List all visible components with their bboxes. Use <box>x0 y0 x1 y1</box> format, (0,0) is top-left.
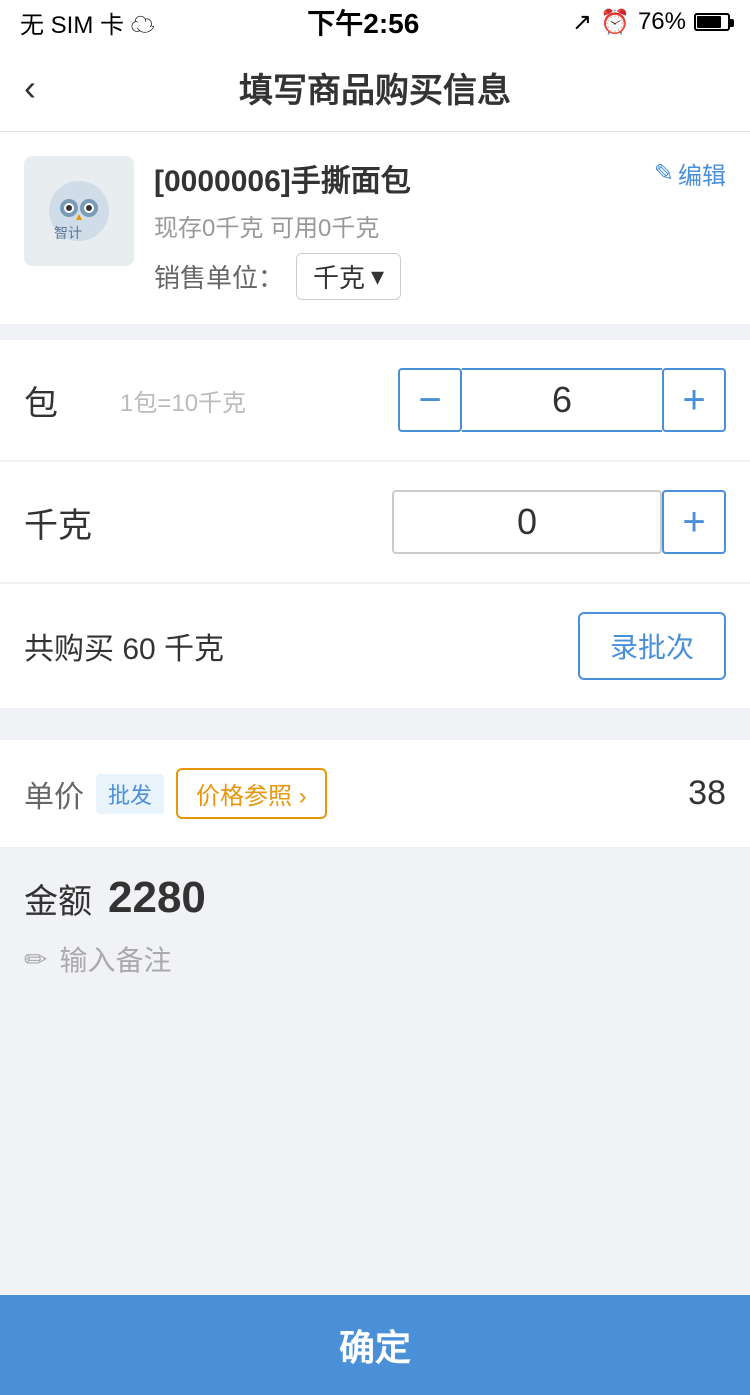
price-row: 单价 批发 价格参照 › 38 <box>0 740 750 848</box>
unit-value: 千克 <box>313 258 365 295</box>
package-increment-button[interactable]: + <box>662 368 726 432</box>
amount-label: 金额 <box>24 874 92 923</box>
sim-label: 无 SIM 卡 ☁ <box>20 5 155 40</box>
record-batch-button[interactable]: 录批次 <box>578 612 726 680</box>
package-hint: 1包=10千克 <box>120 383 382 418</box>
content-spacer <box>0 995 750 1295</box>
kg-input-section: 千克 + <box>0 462 750 583</box>
price-label: 单价 <box>24 772 84 816</box>
nav-bar: ‹ 填写商品购买信息 <box>0 44 750 132</box>
amount-section: 金额 2280 ✏ 输入备注 <box>0 849 750 995</box>
product-image: 智计 <box>24 156 134 266</box>
price-section: 单价 批发 价格参照 › 38 <box>0 740 750 848</box>
kg-input-row: 千克 + <box>0 462 750 583</box>
product-name: [0000006]手撕面包 <box>154 156 654 200</box>
package-decrement-button[interactable]: − <box>398 368 462 432</box>
price-badge: 批发 <box>96 774 164 814</box>
amount-value: 2280 <box>108 873 206 923</box>
status-left: 无 SIM 卡 ☁ <box>20 5 155 40</box>
remark-placeholder: 输入备注 <box>59 939 171 979</box>
edit-label: 编辑 <box>678 156 726 191</box>
battery-percent: 76% <box>638 8 686 36</box>
amount-row: 金额 2280 <box>24 873 726 923</box>
package-label: 包 <box>24 376 104 425</box>
price-reference-button[interactable]: 价格参照 › <box>176 768 327 819</box>
price-value: 38 <box>688 774 726 813</box>
status-time: 下午2:56 <box>307 2 419 42</box>
product-stock: 现存0千克 可用0千克 <box>154 208 726 243</box>
alarm-icon: ⏰ <box>600 8 630 37</box>
page-title: 填写商品购买信息 <box>239 63 511 112</box>
summary-section: 共购买 60 千克 录批次 <box>0 584 750 708</box>
kg-input[interactable] <box>392 490 662 554</box>
remark-row[interactable]: ✏ 输入备注 <box>24 939 726 979</box>
summary-row: 共购买 60 千克 录批次 <box>0 584 750 708</box>
back-button[interactable]: ‹ <box>24 67 36 109</box>
product-unit-row: 销售单位： 千克 ▾ <box>154 253 726 300</box>
package-input[interactable] <box>462 368 662 432</box>
svg-text:智计: 智计 <box>54 225 82 241</box>
edit-icon: ✎ <box>654 159 674 188</box>
kg-label: 千克 <box>24 498 104 547</box>
product-info: [0000006]手撕面包 ✎ 编辑 现存0千克 可用0千克 销售单位： 千克 … <box>154 156 726 300</box>
pencil-icon: ✏ <box>24 943 47 976</box>
unit-select[interactable]: 千克 ▾ <box>296 253 401 300</box>
package-input-section: 包 1包=10千克 − + <box>0 340 750 461</box>
unit-label: 销售单位： <box>154 258 284 295</box>
summary-text: 共购买 60 千克 <box>24 624 224 668</box>
status-bar: 无 SIM 卡 ☁ 下午2:56 ↗ ⏰ 76% <box>0 0 750 44</box>
confirm-button[interactable]: 确定 <box>0 1295 750 1395</box>
dropdown-icon: ▾ <box>371 261 384 292</box>
section-divider <box>0 724 750 740</box>
status-right: ↗ ⏰ 76% <box>572 8 730 37</box>
content-area: 智计 [0000006]手撕面包 ✎ 编辑 现存0千克 可用0千克 销售单位： … <box>0 132 750 1395</box>
package-input-row: 包 1包=10千克 − + <box>0 340 750 461</box>
kg-increment-button[interactable]: + <box>662 490 726 554</box>
package-quantity-control: − + <box>398 368 726 432</box>
signal-icon: ↗ <box>572 8 592 37</box>
kg-quantity-control: + <box>392 490 726 554</box>
product-card: 智计 [0000006]手撕面包 ✎ 编辑 现存0千克 可用0千克 销售单位： … <box>0 132 750 324</box>
product-name-row: [0000006]手撕面包 ✎ 编辑 <box>154 156 726 200</box>
edit-button[interactable]: ✎ 编辑 <box>654 156 726 191</box>
battery-icon <box>694 13 730 31</box>
